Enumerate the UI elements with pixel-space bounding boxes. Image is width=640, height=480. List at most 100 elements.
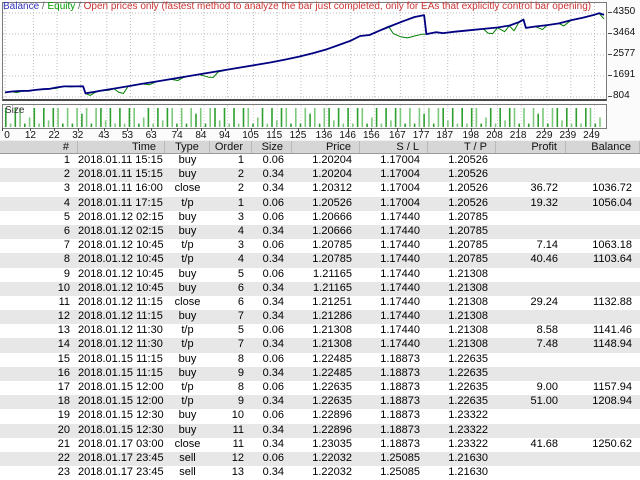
size-bar [585, 108, 587, 127]
cell-balance [566, 310, 640, 324]
size-bar [247, 108, 250, 127]
cell-time: 2018.01.12 11:15 [78, 310, 163, 323]
cell-profit [496, 168, 566, 182]
table-row[interactable]: 8 2018.01.12 10:45 t/p 4 0.34 1.20785 1.17440 1… [0, 253, 640, 268]
cell-type: sell [179, 451, 196, 464]
cell-tp: 1.20526 [448, 182, 488, 195]
y-axis-tick [608, 96, 612, 97]
cell-time: 2018.01.12 10:45 [78, 239, 164, 252]
size-bar [209, 108, 211, 127]
size-bar [352, 123, 354, 127]
cell-time: 2018.01.17 23:45 [78, 466, 164, 479]
table-row[interactable]: 7 2018.01.12 10:45 t/p 3 0.06 1.20785 1.17440 1… [0, 239, 640, 253]
size-bar [62, 123, 64, 127]
size-bar [195, 113, 197, 127]
cell-time: 2018.01.15 11:15 [78, 352, 163, 365]
size-bar [24, 123, 26, 127]
table-row[interactable]: 11 2018.01.12 11:15 close 6 0.34 1.21251 1.174… [0, 296, 640, 310]
table-row[interactable]: 22 2018.01.17 23:45 sell 12 0.06 1.22032 1.250… [0, 451, 640, 467]
size-bar [399, 108, 402, 127]
cell-order: 11 [232, 437, 244, 450]
cell-tp: 1.20785 [448, 239, 488, 252]
cell-sl: 1.17004 [380, 182, 420, 195]
table-row[interactable]: 20 2018.01.15 12:30 buy 11 0.34 1.22896 1.1887… [0, 423, 640, 438]
size-bar [418, 108, 421, 127]
table-row[interactable]: 15 2018.01.15 11:15 buy 8 0.06 1.22485 1.18873… [0, 353, 640, 367]
cell-profit [496, 268, 566, 282]
size-bar [95, 108, 97, 127]
table-row[interactable]: 3 2018.01.11 16:00 close 2 0.34 1.20312 1.1700… [0, 182, 640, 196]
cell-order: 11 [232, 423, 244, 436]
table-row[interactable]: 5 2018.01.12 02:15 buy 3 0.06 1.20666 1.17440 1… [0, 211, 640, 225]
cell-type: t/p [181, 239, 194, 252]
size-bar [475, 108, 478, 127]
cell-profit [496, 154, 566, 168]
table-row[interactable]: 14 2018.01.12 11:30 t/p 7 0.34 1.21308 1.17440… [0, 338, 640, 353]
size-bar [223, 108, 226, 127]
tester-report-window: Balance / Equity / Open prices only (fas… [0, 0, 640, 480]
cell-order: 6 [237, 295, 244, 308]
table-row[interactable]: 2 2018.01.11 15:15 buy 2 0.34 1.20204 1.17004 1… [0, 168, 640, 183]
size-bar [485, 117, 487, 127]
size-bar [442, 108, 444, 127]
cell-num: 23 [57, 466, 70, 479]
cell-balance [566, 211, 640, 225]
cell-price: 1.22032 [312, 451, 352, 464]
cell-num: 14 [57, 338, 70, 351]
table-row[interactable]: 10 2018.01.12 10:45 buy 6 0.34 1.21165 1.17440… [0, 281, 640, 296]
cell-order: 2 [237, 182, 244, 195]
cell-profit [496, 211, 566, 225]
size-panel-label: Size [5, 105, 25, 116]
cell-num: 8 [63, 253, 70, 266]
cell-time: 2018.01.12 02:15 [78, 224, 164, 237]
table-row[interactable]: 19 2018.01.15 12:30 buy 10 0.06 1.22896 1.1887… [0, 409, 640, 423]
size-bar [461, 108, 463, 127]
balance-line [4, 12, 605, 95]
table-row[interactable]: 18 2018.01.15 12:00 t/p 9 0.34 1.22635 1.18873… [0, 395, 640, 410]
cell-profit: 7.14 [536, 239, 558, 252]
cell-tp: 1.21308 [448, 310, 488, 323]
size-bar [199, 108, 202, 127]
cell-sl: 1.18873 [380, 352, 420, 365]
size-bar [133, 108, 135, 127]
table-row[interactable]: 12 2018.01.12 11:15 buy 7 0.34 1.21286 1.17440… [0, 310, 640, 325]
cell-time: 2018.01.12 10:45 [78, 281, 164, 294]
cell-tp: 1.20785 [448, 210, 488, 223]
cell-price: 1.20312 [312, 182, 352, 195]
size-bar [404, 123, 406, 127]
cell-sl: 1.17440 [380, 295, 420, 308]
cell-num: 1 [63, 154, 70, 166]
cell-size: 0.06 [262, 409, 284, 422]
table-row[interactable]: 21 2018.01.17 03:00 close 11 0.34 1.23035 1.18… [0, 438, 640, 452]
cell-balance [566, 367, 640, 381]
size-bar [342, 123, 345, 127]
legend-balance: Balance [3, 1, 40, 12]
table-row[interactable]: 9 2018.01.12 10:45 buy 5 0.06 1.21165 1.17440 1… [0, 268, 640, 282]
cell-tp: 1.21308 [448, 281, 488, 294]
size-bar [257, 117, 259, 127]
size-bar [157, 108, 159, 127]
cell-price: 1.21308 [312, 324, 352, 337]
cell-tp: 1.21308 [448, 267, 488, 280]
cell-tp: 1.23322 [448, 423, 488, 436]
cell-size: 0.34 [262, 437, 284, 450]
column-header-tp: T / P [428, 141, 496, 153]
table-row[interactable]: 4 2018.01.11 17:15 t/p 1 0.06 1.20526 1.17004 1… [0, 196, 640, 211]
cell-sl: 1.18873 [380, 366, 420, 379]
size-bar [523, 108, 525, 127]
size-bar [114, 123, 116, 127]
cell-size: 0.34 [262, 466, 284, 479]
table-row[interactable]: 6 2018.01.12 02:15 buy 4 0.34 1.20666 1.17440 1… [0, 224, 640, 240]
table-row[interactable]: 23 2018.01.17 23:45 sell 13 0.34 1.22032 1.250… [0, 466, 640, 480]
table-row[interactable]: 13 2018.01.12 11:30 t/p 5 0.06 1.21308 1.17440… [0, 324, 640, 338]
y-axis-label: 1691 [613, 68, 636, 80]
table-row[interactable]: 17 2018.01.15 12:00 t/p 8 0.06 1.22635 1.18873… [0, 381, 640, 395]
cell-sl: 1.18873 [380, 381, 420, 393]
cell-order: 5 [237, 324, 244, 337]
size-bar [52, 108, 55, 127]
cell-type: close [174, 182, 201, 195]
table-row[interactable]: 1 2018.01.11 15:15 buy 1 0.06 1.20204 1.17004 1… [0, 154, 640, 168]
column-header-order: Order [210, 141, 252, 153]
cell-type: t/p [181, 338, 194, 351]
table-row[interactable]: 16 2018.01.15 11:15 buy 9 0.34 1.22485 1.18873… [0, 366, 640, 381]
